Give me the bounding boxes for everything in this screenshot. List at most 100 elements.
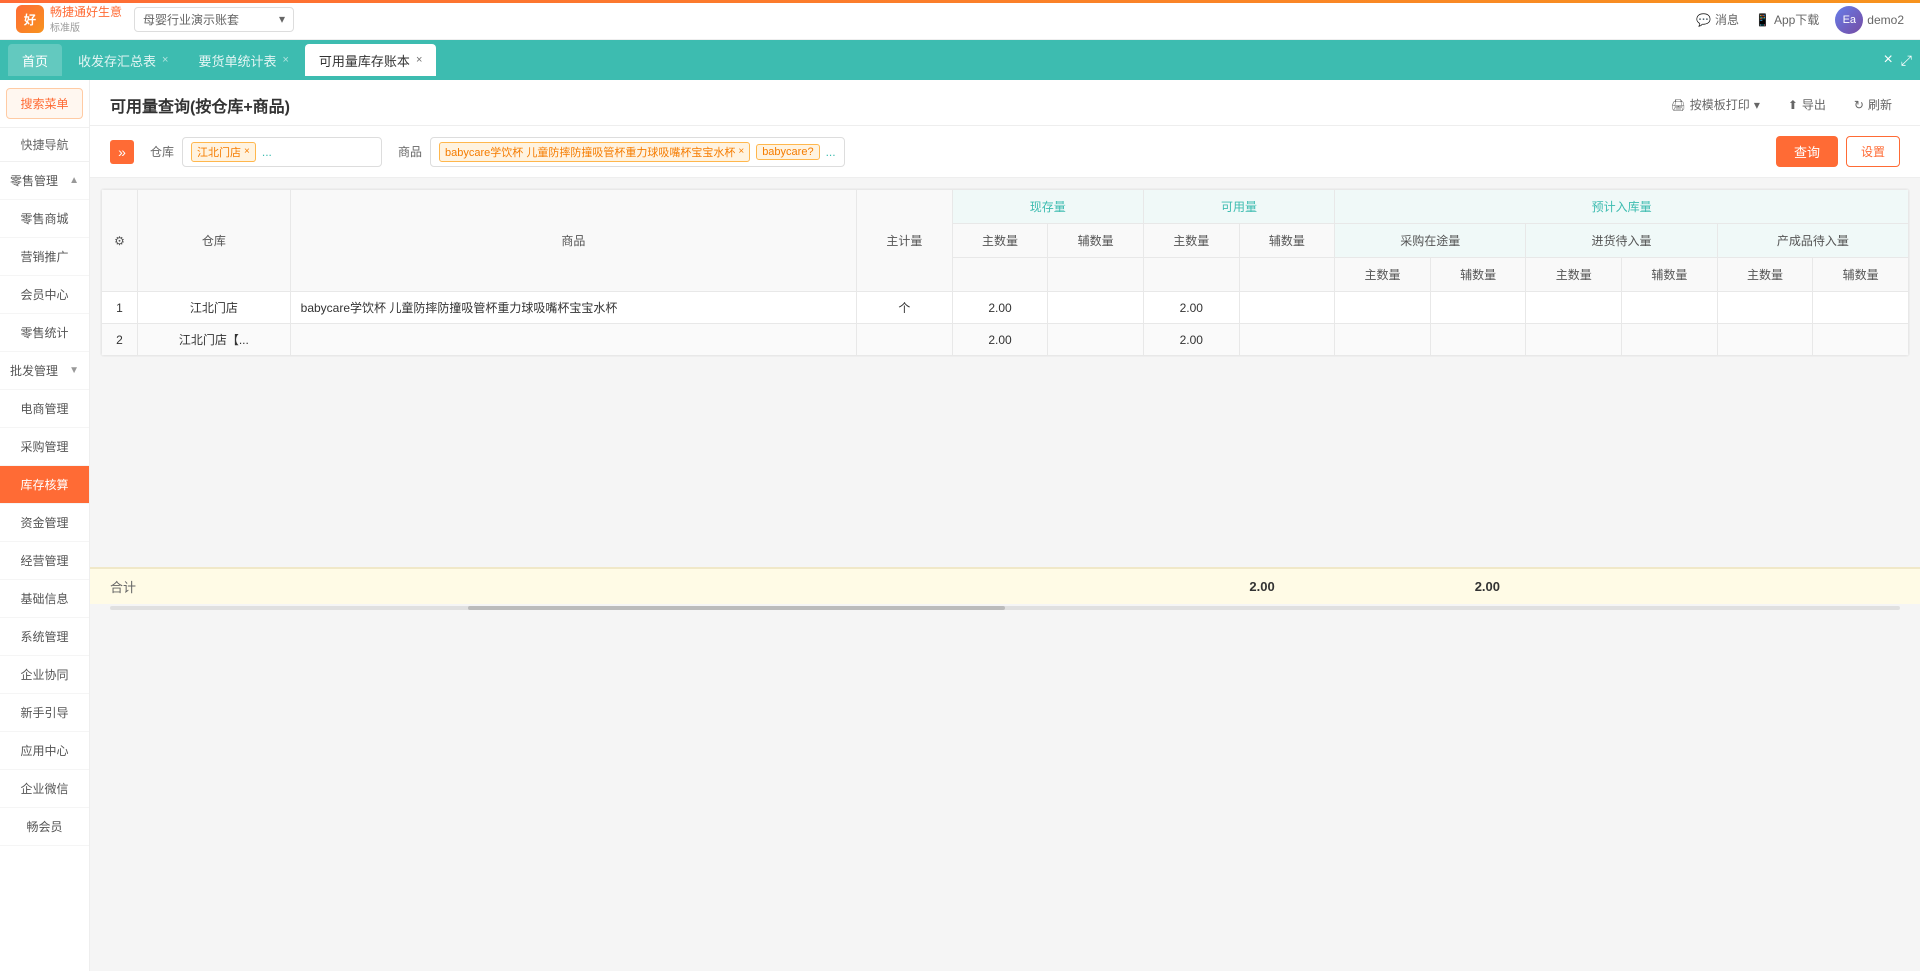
sidebar-item-beginner-guide[interactable]: 新手引导 [0,694,89,732]
th-pa-main: 主数量 [1717,258,1813,292]
warehouse-filter-label: 仓库 [150,143,174,160]
sidebar-procurement-label: 采购管理 [20,438,68,455]
export-label: 导出 [1802,96,1826,113]
tab-home[interactable]: 首页 [8,44,62,76]
warehouse-filter-input[interactable]: 江北门店 × ... [182,137,382,167]
sidebar-item-operations[interactable]: 经营管理 [0,542,89,580]
sidebar-retail-mall-label: 零售商城 [20,210,68,227]
cell-av-aux-2 [1239,324,1335,356]
summary-available: 2.00 [1475,579,1500,594]
page-actions: 🖨 按模板打印 ▾ ⬆ 导出 ↻ 刷新 [1663,92,1900,117]
refresh-icon: ↻ [1854,98,1864,112]
sidebar-nav-button[interactable]: 快捷导航 [0,128,89,162]
th-settings[interactable]: ⚙ [102,190,138,292]
warehouse-tag-close[interactable]: × [244,146,250,157]
message-label: 消息 [1715,11,1739,28]
th-ga-main: 主数量 [1526,258,1622,292]
settings-button[interactable]: 设置 [1846,136,1900,167]
product-tag-babycare[interactable]: babycare学饮杯 儿童防摔防撞吸管杯重力球吸嘴杯宝宝水杯 × [439,142,750,162]
app-download-action[interactable]: 📱 App下载 [1755,11,1819,28]
print-template-label: 按模板打印 [1690,96,1750,113]
cell-unit-2 [857,324,953,356]
sidebar-item-member-center[interactable]: 会员中心 [0,276,89,314]
tab-order-stats-label: 要货单统计表 [198,51,276,70]
product-more[interactable]: ... [826,145,836,159]
th-goods-arrival: 进货待入量 [1526,224,1717,258]
username-label: demo2 [1867,13,1904,27]
sidebar-item-system-mgmt[interactable]: 系统管理 [0,618,89,656]
table-row: 1 江北门店 babycare学饮杯 儿童防摔防撞吸管杯重力球吸嘴杯宝宝水杯 个… [102,292,1909,324]
sidebar-item-marketing[interactable]: 营销推广 [0,238,89,276]
sidebar-item-member[interactable]: 畅会员 [0,808,89,846]
th-planned-inbound: 预计入库量 [1335,190,1909,224]
cell-ga-main-2 [1526,324,1622,356]
export-button[interactable]: ⬆ 导出 [1780,92,1834,117]
product-filter-input[interactable]: babycare学饮杯 儿童防摔防撞吸管杯重力球吸嘴杯宝宝水杯 × babyca… [430,137,845,167]
th-current-stock-aux: 辅数量 [1048,224,1144,258]
tab-available-stock-close[interactable]: × [416,54,422,66]
logo-text-area: 畅捷通好生意 标准版 [50,5,122,34]
th-av-main2 [1143,258,1239,292]
sidebar-search-button[interactable]: 搜索菜单 [6,88,83,119]
product-tag-close[interactable]: × [738,146,744,157]
th-pt-main: 主数量 [1335,258,1431,292]
sidebar-item-finance[interactable]: 资金管理 [0,504,89,542]
refresh-label: 刷新 [1868,96,1892,113]
tab-order-stats-close[interactable]: × [282,54,288,66]
warehouse-tag-jiangbei[interactable]: 江北门店 × [191,142,256,162]
industry-label: 母婴行业演示账套 [143,11,239,28]
sidebar-enterprise-collab-label: 企业协同 [20,666,68,683]
tab-summary[interactable]: 收发存汇总表 × [64,44,182,76]
th-production-arrival: 产成品待入量 [1717,224,1908,258]
sidebar-item-app-center[interactable]: 应用中心 [0,732,89,770]
cell-av-aux-1 [1239,292,1335,324]
filter-expand-button[interactable]: » [110,140,134,164]
sidebar-search-area: 搜索菜单 [0,80,89,128]
tab-summary-close[interactable]: × [162,54,168,66]
sidebar-beginner-guide-label: 新手引导 [20,704,68,721]
th-current-stock-main: 主数量 [952,224,1048,258]
logo-text: 畅捷通好生意 [50,5,122,19]
scrollbar-thumb[interactable] [468,606,1005,610]
th-cs-aux2 [1048,258,1144,292]
logo-icon: 好 [16,5,44,33]
main-layout: 搜索菜单 快捷导航 零售管理 ▲ 零售商城 营销推广 会员中心 零售统计 批发管… [0,80,1920,971]
message-action[interactable]: 💬 消息 [1696,11,1739,28]
tab-available-stock[interactable]: 可用量库存账本 × [305,44,436,76]
phone-icon: 📱 [1755,13,1770,27]
product-filter-label: 商品 [398,143,422,160]
th-available-main: 主数量 [1143,224,1239,258]
sidebar-item-wechat-work[interactable]: 企业微信 [0,770,89,808]
th-ga-aux: 辅数量 [1622,258,1718,292]
user-action[interactable]: Ea demo2 [1835,6,1904,34]
sidebar-item-retail-mall[interactable]: 零售商城 [0,200,89,238]
cell-product-1: babycare学饮杯 儿童防摔防撞吸管杯重力球吸嘴杯宝宝水杯 [290,292,856,324]
warehouse-filter-group: 仓库 江北门店 × ... [150,137,382,167]
sidebar-item-inventory[interactable]: 库存核算 [0,466,89,504]
tab-order-stats[interactable]: 要货单统计表 × [184,44,302,76]
th-warehouse: 仓库 [138,190,291,292]
content-area: 可用量查询(按仓库+商品) 🖨 按模板打印 ▾ ⬆ 导出 ↻ 刷新 » [90,80,1920,971]
cell-cs-main-2: 2.00 [952,324,1048,356]
expand-icon[interactable]: ⤢ [1901,52,1912,69]
product-tag-babycare2[interactable]: babycare? [756,144,819,160]
sidebar-item-retail-stats[interactable]: 零售统计 [0,314,89,352]
cell-product-2 [290,324,856,356]
cell-pa-main-2 [1717,324,1813,356]
close-all-icon[interactable]: × [1883,51,1892,69]
sidebar-item-ecommerce[interactable]: 电商管理 [0,390,89,428]
warehouse-more[interactable]: ... [262,145,272,159]
product-tag-label: babycare学饮杯 儿童防摔防撞吸管杯重力球吸嘴杯宝宝水杯 [445,144,735,160]
sidebar-item-wholesale-mgmt[interactable]: 批发管理 ▼ [0,352,89,390]
sidebar-item-procurement[interactable]: 采购管理 [0,428,89,466]
sidebar-item-retail-mgmt[interactable]: 零售管理 ▲ [0,162,89,200]
sidebar-item-enterprise-collab[interactable]: 企业协同 [0,656,89,694]
print-icon: 🖨 [1671,98,1686,112]
scrollbar-track [110,606,1900,610]
sidebar-item-basic-info[interactable]: 基础信息 [0,580,89,618]
industry-selector[interactable]: 母婴行业演示账套 ▾ [134,7,294,32]
refresh-button[interactable]: ↻ 刷新 [1846,92,1900,117]
query-button[interactable]: 查询 [1776,136,1838,167]
print-template-button[interactable]: 🖨 按模板打印 ▾ [1663,92,1768,117]
sidebar-member-center-label: 会员中心 [20,286,68,303]
